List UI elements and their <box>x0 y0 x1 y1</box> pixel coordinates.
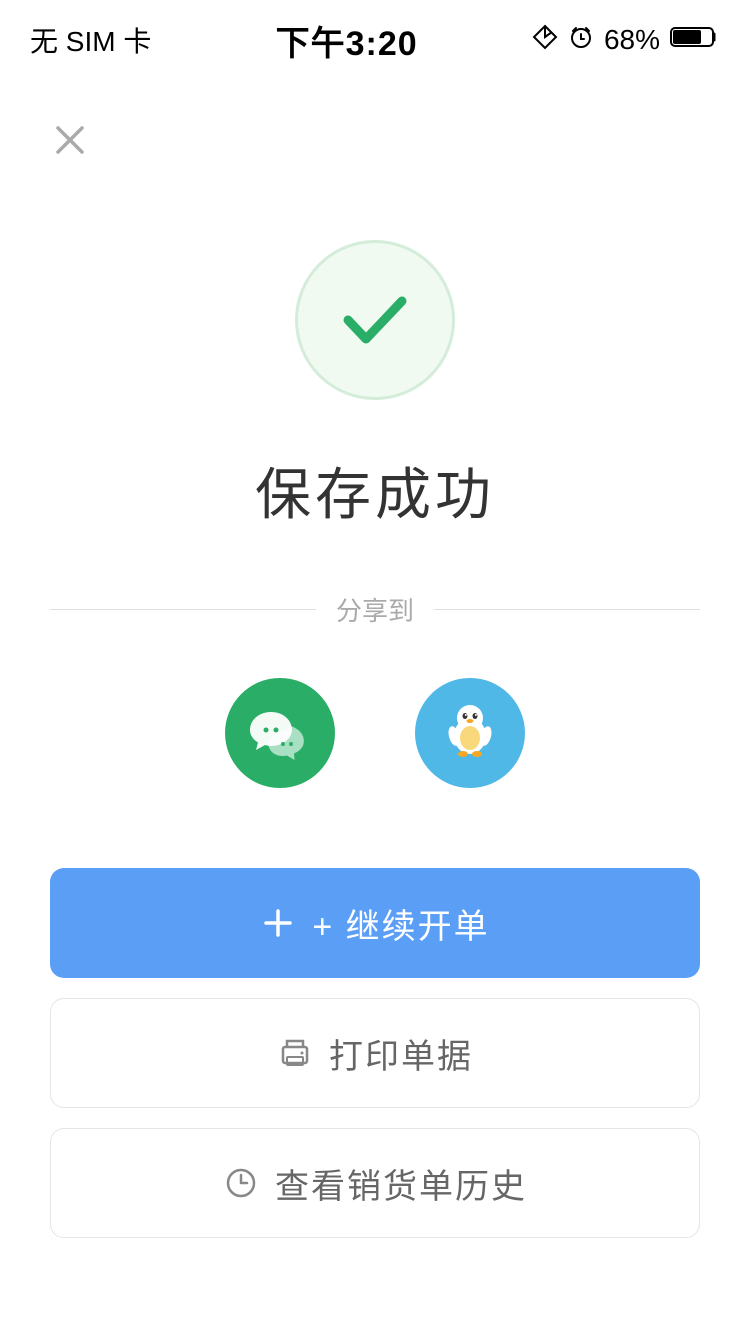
divider-line-left <box>50 609 316 610</box>
continue-button[interactable]: + 继续开单 <box>50 868 700 978</box>
close-button[interactable] <box>30 100 110 180</box>
battery-text: 68% <box>604 24 660 56</box>
actions-container: + 继续开单 打印单据 查看销货单历史 <box>50 868 700 1238</box>
history-label: 查看销货单历史 <box>275 1159 527 1208</box>
success-title: 保存成功 <box>255 450 495 531</box>
share-label: 分享到 <box>336 591 414 628</box>
success-icon-circle <box>295 240 455 400</box>
location-icon <box>532 24 558 57</box>
alarm-icon <box>568 24 594 57</box>
print-label: 打印单据 <box>329 1029 473 1078</box>
main-content: 保存成功 分享到 <box>0 180 750 1238</box>
history-button[interactable]: 查看销货单历史 <box>50 1128 700 1238</box>
share-divider: 分享到 <box>50 591 700 628</box>
status-bar: 无 SIM 卡 下午3:20 68% <box>0 0 750 80</box>
wechat-share-button[interactable] <box>225 678 335 788</box>
battery-icon <box>670 24 720 57</box>
share-row <box>225 678 525 788</box>
carrier-text: 无 SIM 卡 <box>30 20 151 60</box>
status-time: 下午3:20 <box>276 16 418 65</box>
status-left: 无 SIM 卡 <box>30 20 161 60</box>
status-right: 68% <box>532 24 720 57</box>
print-button[interactable]: 打印单据 <box>50 998 700 1108</box>
continue-label: + 继续开单 <box>312 899 489 948</box>
divider-line-right <box>434 609 700 610</box>
qq-share-button[interactable] <box>415 678 525 788</box>
